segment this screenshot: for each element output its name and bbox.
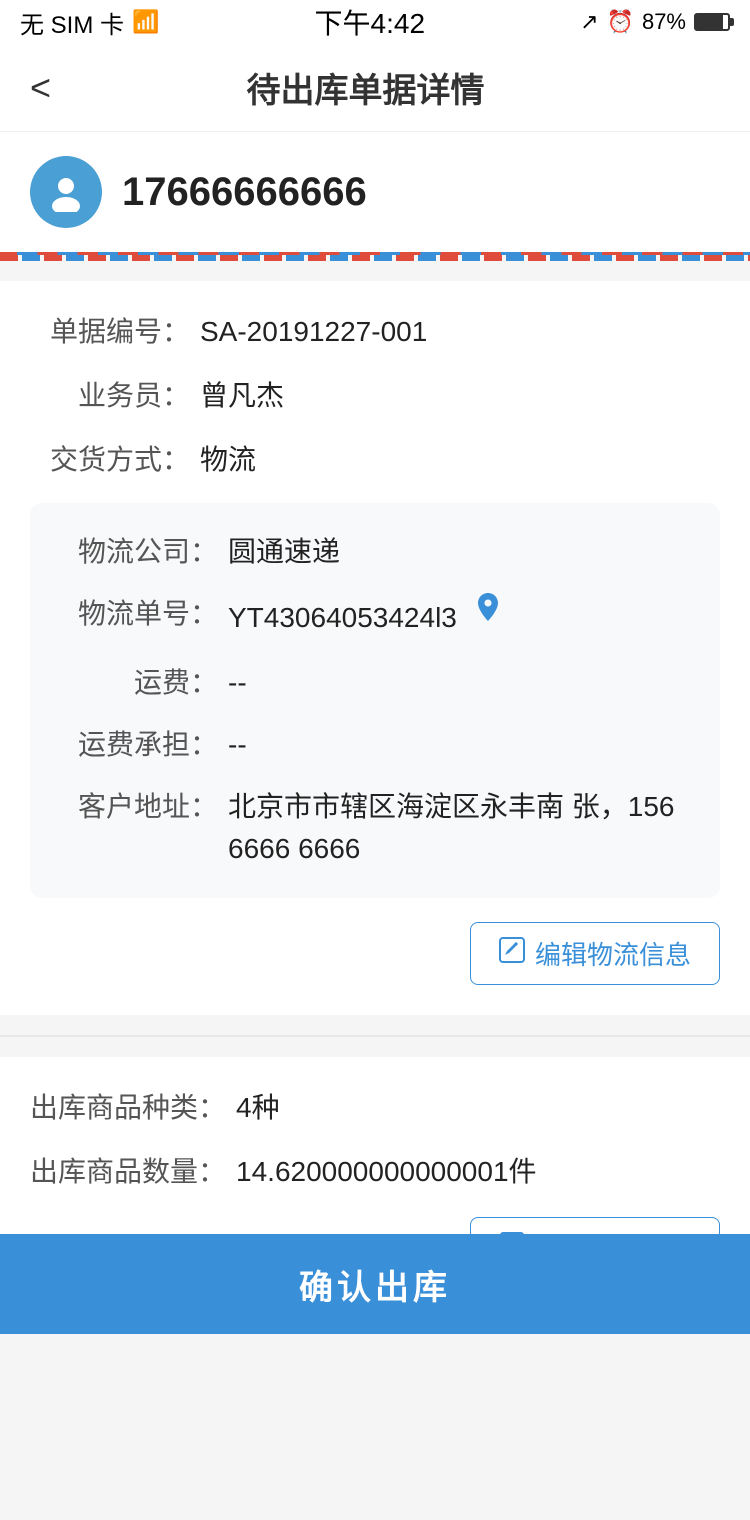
freight-value: -- [218,662,692,704]
avatar [30,156,102,228]
goods-type-value: 4种 [226,1087,720,1129]
battery-icon [694,13,730,31]
document-number-value: SA-20191227-001 [190,311,720,353]
logistics-tracking-label: 物流单号： [58,593,218,635]
location-status-icon: ↗ [580,9,598,35]
logistics-company-row: 物流公司： 圆通速递 [58,531,692,573]
address-row: 客户地址： 北京市市辖区海淀区永丰南 张，156 6666 6666 [58,786,692,870]
dashed-separator [0,255,750,261]
logistics-tracking-row: 物流单号： YT43064053424l3 [58,593,692,642]
tracking-number: YT43064053424l3 [228,597,457,639]
delivery-method-label: 交货方式： [30,439,190,481]
status-time: 下午4:42 [315,2,426,42]
section-divider [0,1035,750,1037]
delivery-method-value: 物流 [190,439,720,481]
goods-quantity-value: 14.620000000000001件 [226,1151,720,1193]
person-icon [46,172,86,212]
basic-info-section: 单据编号： SA-20191227-001 业务员： 曾凡杰 交货方式： 物流 … [0,281,750,1015]
document-number-label: 单据编号： [30,311,190,353]
edit-logistics-label: 编辑物流信息 [535,935,691,972]
logistics-tracking-value: YT43064053424l3 [218,593,692,642]
status-left: 无 SIM 卡 📶 [20,5,159,40]
sales-person-row: 业务员： 曾凡杰 [30,375,720,417]
goods-type-row: 出库商品种类： 4种 [30,1087,720,1129]
goods-quantity-label: 出库商品数量： [30,1151,226,1193]
wifi-icon: 📶 [132,9,159,35]
carrier-text: 无 SIM 卡 [20,5,124,40]
document-number-row: 单据编号： SA-20191227-001 [30,311,720,353]
edit-logistics-button[interactable]: 编辑物流信息 [470,922,720,985]
delivery-method-row: 交货方式： 物流 [30,439,720,481]
address-value: 北京市市辖区海淀区永丰南 张，156 6666 6666 [218,786,692,870]
sales-person-label: 业务员： [30,375,190,417]
freight-bearer-value: -- [218,724,692,766]
freight-label: 运费： [58,662,218,704]
freight-bearer-label: 运费承担： [58,724,218,766]
alarm-icon: ⏰ [607,9,634,35]
logistics-company-label: 物流公司： [58,531,218,573]
back-button[interactable]: < [30,57,71,119]
status-bar: 无 SIM 卡 📶 下午4:42 ↗ ⏰ 87% [0,0,750,44]
edit-icon [499,937,525,970]
customer-phone: 17666666666 [122,170,367,215]
nav-bar: < 待出库单据详情 [0,44,750,132]
logistics-card: 物流公司： 圆通速递 物流单号： YT43064053424l3 运费： -- [30,503,720,898]
goods-quantity-row: 出库商品数量： 14.620000000000001件 [30,1151,720,1193]
freight-bearer-row: 运费承担： -- [58,724,692,766]
address-label: 客户地址： [58,786,218,828]
page-title: 待出库单据详情 [71,63,660,112]
location-icon[interactable] [473,593,503,642]
confirm-button-label: 确认出库 [299,1260,451,1309]
edit-logistics-area: 编辑物流信息 [30,922,720,985]
battery-text: 87% [642,9,686,35]
goods-type-label: 出库商品种类： [30,1087,226,1129]
logistics-company-value: 圆通速递 [218,531,692,573]
sales-person-value: 曾凡杰 [190,375,720,417]
freight-row: 运费： -- [58,662,692,704]
confirm-bar[interactable]: 确认出库 [0,1234,750,1334]
status-right: ↗ ⏰ 87% [580,9,730,35]
customer-header: 17666666666 [0,132,750,255]
